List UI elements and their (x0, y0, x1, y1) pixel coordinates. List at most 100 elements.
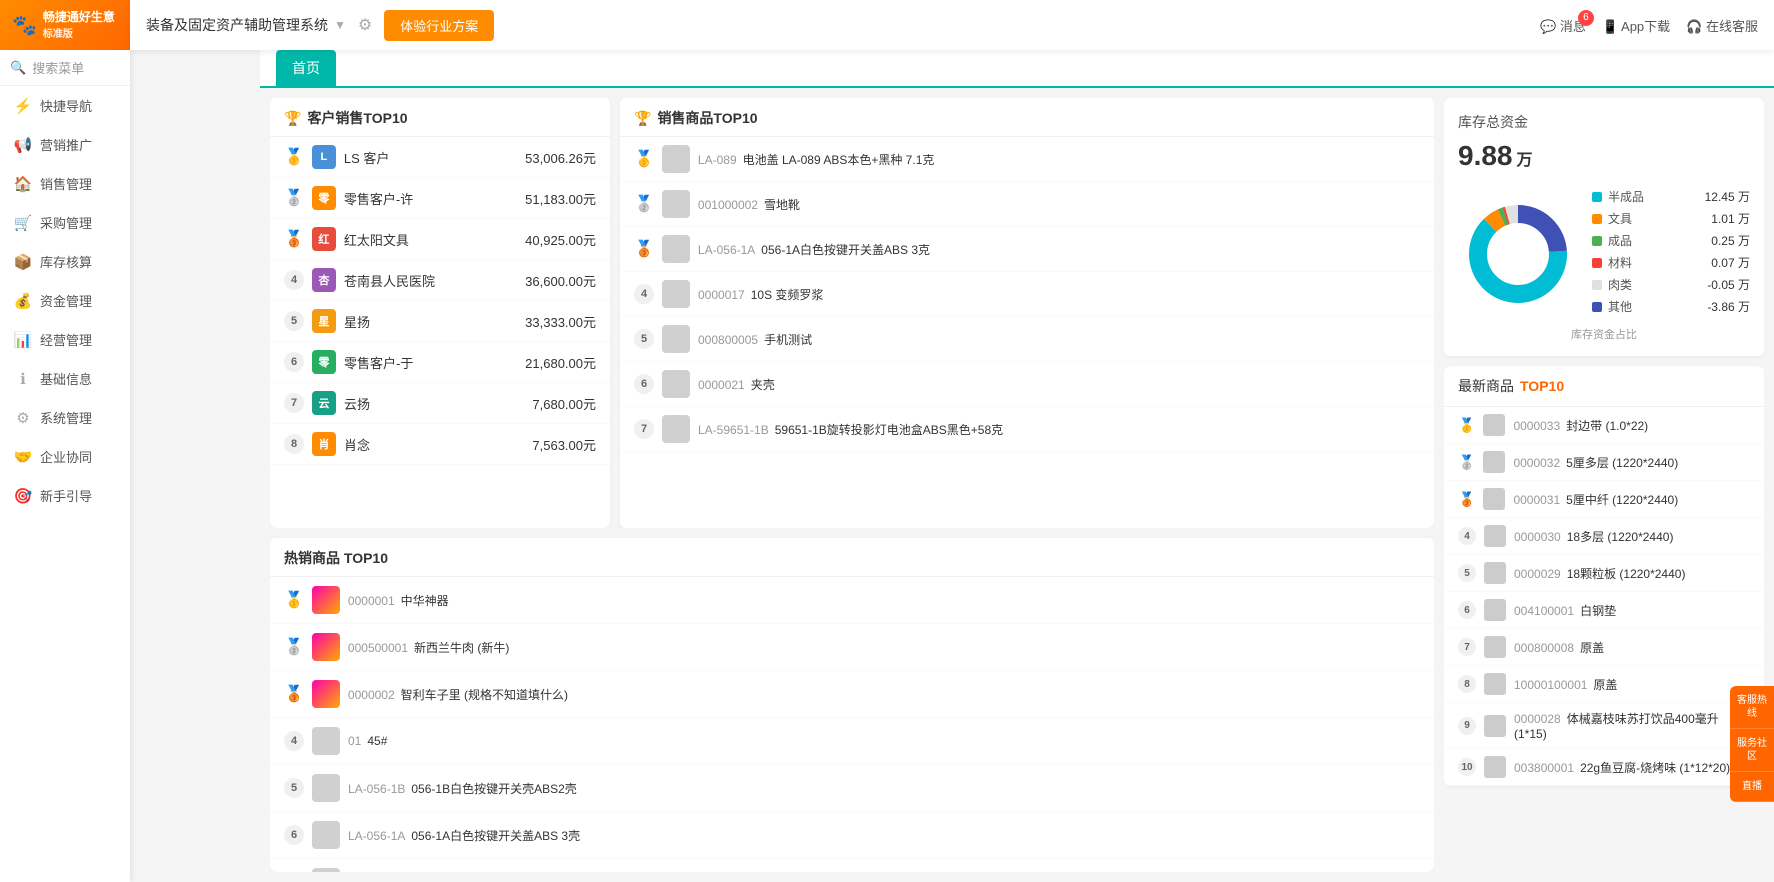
nav-label-3: 采购管理 (40, 213, 92, 232)
legend-label: 肉类 (1608, 276, 1701, 293)
nav-icon-1: 📢 (14, 136, 32, 154)
new-goods-item: 4 000003018多层 (1220*2440) (1444, 518, 1764, 555)
new-goods-item: 🥇 0000033封边带 (1.0*22) (1444, 407, 1764, 444)
rank-number: 6 (1458, 601, 1476, 619)
nav-icon-8: ⚙ (14, 409, 32, 427)
hot-title: 热销商品 TOP10 (284, 548, 388, 568)
rank-medal-icon: 🥇 (284, 147, 304, 167)
messages-btn[interactable]: 💬 消息 6 (1540, 16, 1586, 35)
sidebar-nav: ⚡快捷导航📢营销推广🏠销售管理 🛒 采购管理 📦库存核算💰资金管理📊经营管理ℹ基础信息… (0, 86, 130, 882)
float-service: 客服热线服务社区直播 (1730, 686, 1774, 802)
customer-avatar: 肖 (312, 432, 336, 456)
customer-panel-header: 🏆 客户销售TOP10 (270, 98, 610, 137)
top-section: 🏆 客户销售TOP10 🥇 L LS 客户 53,006.26元 🥈 零 零售客… (270, 98, 1434, 528)
search-icon: 🔍 (10, 60, 26, 76)
sidebar-item-8[interactable]: ⚙系统管理 (0, 398, 130, 437)
goods-info: 000500001新西兰牛肉 (新牛) (348, 639, 1420, 656)
customer-amount: 53,006.26元 (525, 148, 596, 167)
sidebar-item-9[interactable]: 🤝企业协同 (0, 437, 130, 476)
new-goods-thumb (1483, 488, 1505, 510)
legend-label: 材料 (1608, 254, 1705, 271)
goods-info: 0145# (348, 734, 1420, 748)
legend-value: 0.07 万 (1711, 254, 1750, 271)
goods-code: LA-089 (698, 153, 737, 167)
new-goods-info: 0000033封边带 (1.0*22) (1513, 417, 1750, 434)
customer-amount: 40,925.00元 (525, 230, 596, 249)
legend-dot (1592, 192, 1602, 202)
legend-dot (1592, 280, 1602, 290)
sidebar-item-10[interactable]: 🎯新手引导 (0, 476, 130, 515)
goods-code: 001000002 (698, 198, 758, 212)
trophy-icon-2: 🏆 (634, 110, 651, 127)
chevron-down-icon: ▼ (334, 18, 346, 32)
new-goods-item: 6 004100001白钢垫 (1444, 592, 1764, 629)
customer-avatar: 星 (312, 309, 336, 333)
sidebar-item-2[interactable]: 🏠销售管理 (0, 164, 130, 203)
system-title: 装备及固定资产辅助管理系统 ▼ (146, 15, 346, 35)
phone-icon: 📱 (1602, 19, 1618, 34)
sidebar-item-0[interactable]: ⚡快捷导航 (0, 86, 130, 125)
sidebar-item-6[interactable]: 📊经营管理 (0, 320, 130, 359)
donut-svg (1458, 194, 1578, 314)
new-goods-item: 7 000800008原盖 (1444, 629, 1764, 666)
new-goods-code: 000800008 (1514, 641, 1574, 655)
customer-amount: 36,600.00元 (525, 271, 596, 290)
app-download-btn[interactable]: 📱 App下载 (1602, 16, 1670, 35)
nav-icon-3: 🛒 (14, 214, 32, 232)
nav-icon-5: 💰 (14, 292, 32, 310)
sidebar-item-1[interactable]: 📢营销推广 (0, 125, 130, 164)
nav-label-0: 快捷导航 (40, 96, 92, 115)
tab-home[interactable]: 首页 (276, 50, 336, 86)
float-service-btn[interactable]: 直播 (1730, 772, 1774, 802)
content-area: 🏆 客户销售TOP10 🥇 L LS 客户 53,006.26元 🥈 零 零售客… (260, 88, 1774, 882)
legend-value: 12.45 万 (1705, 188, 1750, 205)
new-goods-thumb (1484, 525, 1506, 547)
float-service-btn[interactable]: 服务社区 (1730, 729, 1774, 772)
customer-avatar: 云 (312, 391, 336, 415)
rank-medal-icon: 🥉 (284, 684, 304, 704)
customer-top10-panel: 🏆 客户销售TOP10 🥇 L LS 客户 53,006.26元 🥈 零 零售客… (270, 98, 610, 528)
goods-info: 001000002雪地靴 (698, 196, 1420, 213)
legend-item: 肉类 -0.05 万 (1592, 276, 1750, 293)
search-menu[interactable]: 🔍 搜索菜单 (0, 50, 130, 86)
nav-label-10: 新手引导 (40, 486, 92, 505)
goods-info: LA-056-1A056-1A白色按键开关盖ABS 3克 (698, 241, 1420, 258)
new-goods-thumb (1484, 673, 1506, 695)
rank-number: 4 (284, 270, 304, 290)
rank-number: 9 (1458, 717, 1476, 735)
rank-number: 4 (284, 731, 304, 751)
customer-amount: 7,563.00元 (532, 435, 596, 454)
customer-avatar: L (312, 145, 336, 169)
goods-info: 000800005手机测试 (698, 331, 1420, 348)
inventory-amount: 9.88 万 (1458, 140, 1750, 172)
sidebar-item-4[interactable]: 📦库存核算 (0, 242, 130, 281)
new-goods-thumb (1483, 451, 1505, 473)
new-goods-panel: 最新商品 TOP10 🥇 0000033封边带 (1.0*22) 🥈 00000… (1444, 366, 1764, 786)
goods-thumb (312, 868, 340, 872)
sales-goods-rank-item: 4 000001710S 变频罗浆 (620, 272, 1434, 317)
customer-rank-item: 6 零 零售客户-于 21,680.00元 (270, 342, 610, 383)
goods-code: LA-056-1B (348, 782, 405, 796)
customer-name: 红太阳文具 (344, 230, 517, 249)
goods-thumb (662, 325, 690, 353)
sidebar-item-7[interactable]: ℹ基础信息 (0, 359, 130, 398)
float-service-btn[interactable]: 客服热线 (1730, 686, 1774, 729)
sidebar-item-3[interactable]: 🛒 采购管理 (0, 203, 130, 242)
goods-thumb (662, 235, 690, 263)
new-goods-thumb (1484, 562, 1506, 584)
rank-number: 6 (284, 352, 304, 372)
experience-btn[interactable]: 体验行业方案 (384, 10, 494, 41)
hot-goods-rank-item: 🥈 000500001新西兰牛肉 (新牛) (270, 624, 1434, 671)
main-wrap: 首页 🏆 客户销售TOP10 🥇 L LS 客户 53,006.26元 🥈 零 … (260, 50, 1774, 882)
goods-info: LA-59651-1B59651-1B旋转投影灯电池盒ABS黑色+58克 (698, 421, 1420, 438)
inventory-unit: 万 (1517, 146, 1533, 170)
headset-icon: 🎧 (1686, 19, 1702, 34)
sales-goods-rank-item: 🥈 001000002雪地靴 (620, 182, 1434, 227)
sidebar-item-5[interactable]: 💰资金管理 (0, 281, 130, 320)
hot-goods-rank-item: 4 0145# (270, 718, 1434, 765)
new-goods-code: 0000028 (1514, 712, 1561, 726)
online-service-btn[interactable]: 🎧 在线客服 (1686, 16, 1758, 35)
settings-icon[interactable]: ⚙ (358, 15, 372, 35)
legend-label: 成品 (1608, 232, 1705, 249)
sales-goods-panel: 🏆 销售商品TOP10 🥇 LA-089电池盖 LA-089 ABS本色+黑种 … (620, 98, 1434, 528)
